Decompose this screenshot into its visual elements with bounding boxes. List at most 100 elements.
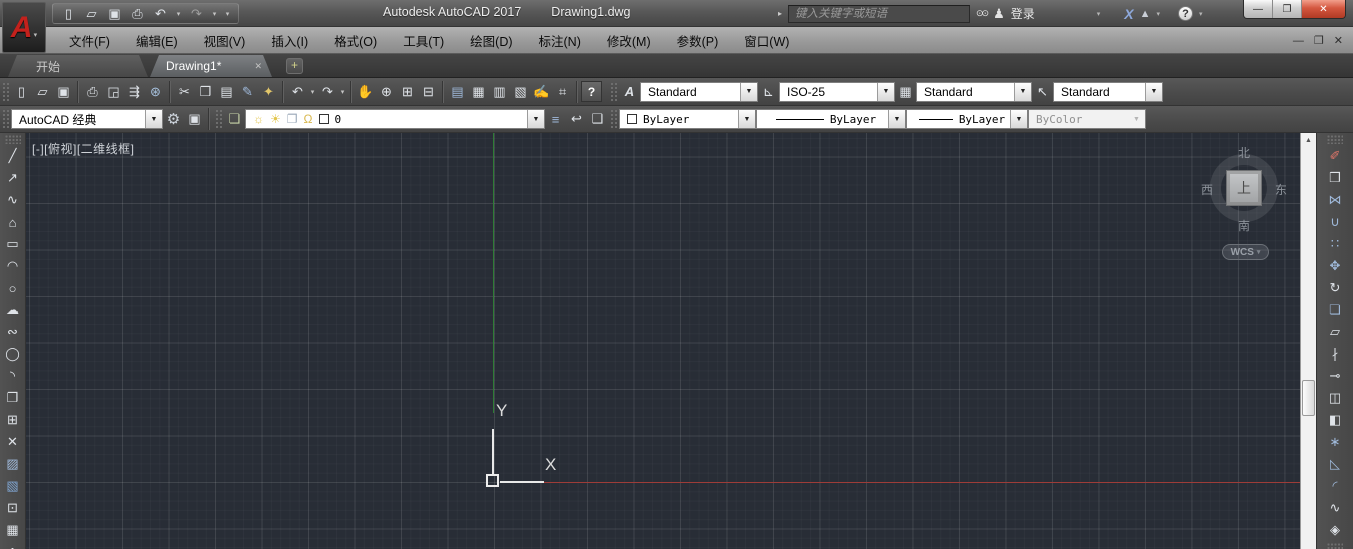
blend-curves-icon[interactable]: ∿ — [1325, 497, 1346, 519]
table-icon[interactable]: ▦ — [2, 519, 23, 541]
doc-close-button[interactable]: ✕ — [1334, 34, 1343, 47]
object-color-select[interactable]: ByLayer ▼ — [619, 109, 756, 129]
doc-minimize-button[interactable]: — — [1293, 35, 1304, 47]
stretch-icon[interactable]: ▱ — [1325, 321, 1346, 343]
undo-icon[interactable]: ↶ — [287, 81, 308, 102]
mleader-style-icon[interactable]: ↖ — [1032, 81, 1053, 102]
a360-caret-icon[interactable]: ▾ — [1157, 10, 1161, 18]
break-icon[interactable]: ◧ — [1325, 409, 1346, 431]
trim-icon[interactable]: ∤ — [1325, 343, 1346, 365]
toolbar-grip[interactable] — [1327, 135, 1343, 144]
pan-icon[interactable]: ✋ — [355, 81, 376, 102]
point-icon[interactable]: ✕ — [2, 431, 23, 453]
menu-tools[interactable]: 工具(T) — [390, 27, 457, 53]
menu-edit[interactable]: 编辑(E) — [123, 27, 191, 53]
save-icon[interactable]: ▣ — [53, 81, 74, 102]
dropdown-caret-icon[interactable]: ▼ — [738, 110, 755, 128]
toolbar-grip[interactable] — [2, 109, 9, 129]
markup-icon[interactable]: ✍ — [531, 81, 552, 102]
toolbar-grip[interactable] — [1327, 543, 1343, 549]
zoom-realtime-icon[interactable]: ⊕ — [376, 81, 397, 102]
vertical-scrollbar[interactable]: ▲ — [1300, 133, 1316, 549]
copy-clip-icon[interactable]: ❒ — [195, 81, 216, 102]
layer-states-icon[interactable]: ❑ — [587, 109, 608, 130]
chamfer-icon[interactable]: ◺ — [1325, 453, 1346, 475]
polygon-icon[interactable]: ⌂ — [2, 211, 23, 233]
exchange-apps-icon[interactable]: X — [1124, 6, 1133, 22]
dim-style-select[interactable]: ISO-25 ▼ — [779, 81, 895, 102]
layer-vp-freeze-icon[interactable]: ❐ — [287, 112, 298, 126]
menu-dimension[interactable]: 标注(N) — [526, 27, 594, 53]
layer-color-swatch[interactable] — [318, 114, 329, 124]
viewcube-east-label[interactable]: 东 — [1275, 181, 1287, 198]
toolbar-grip[interactable] — [610, 81, 617, 102]
redo-icon[interactable]: ↷ — [187, 3, 206, 24]
help-button[interactable]: ? — [1178, 6, 1194, 21]
construction-line-icon[interactable]: ↗ — [2, 167, 23, 189]
search-expander-icon[interactable]: ▸ — [778, 9, 782, 18]
ellipse-icon[interactable]: ◯ — [2, 343, 23, 365]
redo-caret-icon[interactable]: ▾ — [210, 3, 219, 24]
extend-icon[interactable]: ⊸ — [1325, 365, 1346, 387]
tab-start[interactable]: 开始 — [8, 55, 148, 77]
viewcube-north-label[interactable]: 北 — [1238, 144, 1250, 161]
qat-overflow-icon[interactable]: ▾ — [223, 3, 232, 24]
tab-close-icon[interactable]: ✕ — [254, 61, 262, 72]
undo-icon[interactable]: ↶ — [151, 3, 170, 24]
move-icon[interactable]: ✥ — [1325, 255, 1346, 277]
viewcube-south-label[interactable]: 南 — [1238, 217, 1250, 234]
erase-icon[interactable]: ✐ — [1325, 145, 1346, 167]
line-icon[interactable]: ╱ — [2, 145, 23, 167]
layer-on-bulb-icon[interactable]: ☼ — [253, 112, 264, 126]
dropdown-caret-icon[interactable]: ▼ — [740, 82, 757, 101]
workspace-frame-icon[interactable]: ▣ — [184, 109, 205, 130]
sign-in-caret-icon[interactable]: ▾ — [1097, 10, 1101, 18]
scrollbar-thumb[interactable] — [1302, 380, 1315, 416]
region-icon[interactable]: ⊡ — [2, 497, 23, 519]
save-icon[interactable]: ▣ — [105, 3, 124, 24]
insert-block-icon[interactable]: ❐ — [2, 387, 23, 409]
zoom-previous-icon[interactable]: ⊟ — [418, 81, 439, 102]
search-binoculars-icon[interactable]: ⊙⊙ — [976, 8, 989, 19]
text-style-icon[interactable]: A — [619, 81, 640, 102]
help-caret-icon[interactable]: ▾ — [1199, 10, 1203, 18]
3d-dwf-icon[interactable]: ⊛ — [145, 81, 166, 102]
layer-freeze-sun-icon[interactable]: ☀ — [270, 112, 281, 126]
mirror-icon[interactable]: ⋈ — [1325, 189, 1346, 211]
new-tab-button[interactable]: + — [286, 58, 303, 74]
paste-icon[interactable]: ▤ — [216, 81, 237, 102]
wcs-menu-button[interactable]: WCS ▾ — [1222, 244, 1269, 260]
designcenter-icon[interactable]: ▦ — [468, 81, 489, 102]
help-toolbar-button[interactable]: ? — [581, 81, 602, 102]
quickcalc-icon[interactable]: ⌗ — [552, 81, 573, 102]
table-style-icon[interactable]: ▦ — [895, 81, 916, 102]
gradient-icon[interactable]: ▧ — [2, 475, 23, 497]
menu-insert[interactable]: 插入(I) — [258, 27, 321, 53]
doc-restore-button[interactable]: ❐ — [1314, 34, 1324, 47]
scroll-up-icon[interactable]: ▲ — [1301, 133, 1316, 148]
properties-icon[interactable]: ▤ — [447, 81, 468, 102]
make-block-icon[interactable]: ⊞ — [2, 409, 23, 431]
fillet-icon[interactable]: ◜ — [1325, 475, 1346, 497]
polyline-icon[interactable]: ∿ — [2, 189, 23, 211]
layer-properties-manager-icon[interactable]: ❏ — [224, 109, 245, 130]
mleader-style-select[interactable]: Standard ▼ — [1053, 81, 1163, 102]
new-icon[interactable]: ▯ — [59, 3, 78, 24]
menu-draw[interactable]: 绘图(D) — [457, 27, 525, 53]
hatch-icon[interactable]: ▨ — [2, 453, 23, 475]
menu-format[interactable]: 格式(O) — [321, 27, 390, 53]
arc-icon[interactable]: ◠ — [2, 255, 23, 277]
match-properties-icon[interactable]: ✎ — [237, 81, 258, 102]
layers-stack-icon[interactable]: ≡ — [545, 109, 566, 130]
open-icon[interactable]: ▱ — [82, 3, 101, 24]
layer-lock-icon[interactable]: Ω — [304, 112, 313, 126]
restore-button[interactable]: ❐ — [1273, 0, 1302, 18]
dropdown-caret-icon[interactable]: ▼ — [1010, 110, 1027, 128]
tab-drawing1[interactable]: Drawing1* ✕ — [150, 55, 272, 77]
menu-window[interactable]: 窗口(W) — [731, 27, 802, 53]
array-icon[interactable]: ∷ — [1325, 233, 1346, 255]
close-button[interactable]: ✕ — [1302, 0, 1345, 18]
circle-icon[interactable]: ○ — [2, 277, 23, 299]
dropdown-caret-icon[interactable]: ▼ — [877, 82, 894, 101]
new-icon[interactable]: ▯ — [11, 81, 32, 102]
